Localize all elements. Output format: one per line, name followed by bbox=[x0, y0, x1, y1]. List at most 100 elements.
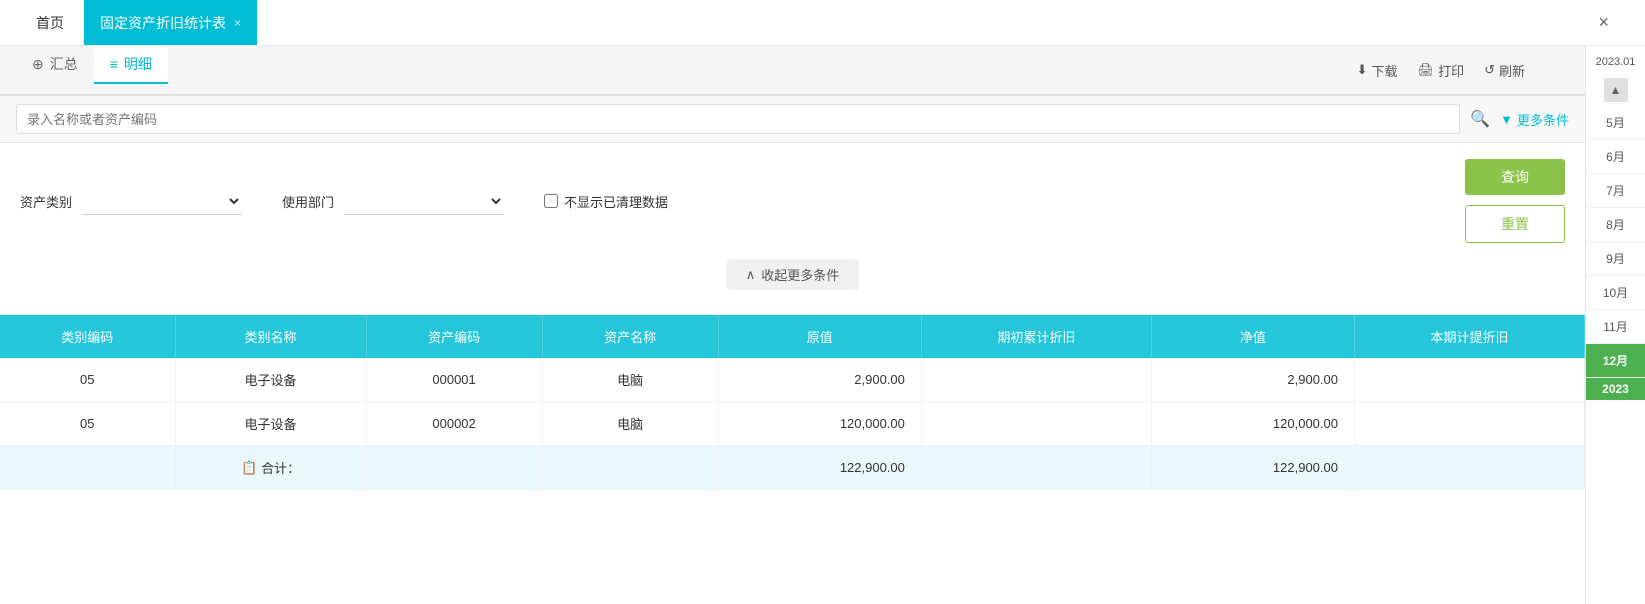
row2-asset-name: 电脑 bbox=[542, 402, 718, 446]
date-sidebar: 2023.01 ▲ 5月 6月 7月 8月 9月 10月 11月 12月 202… bbox=[1585, 46, 1645, 604]
total-original-value: 122,900.00 bbox=[718, 446, 921, 490]
row2-category-code: 05 bbox=[0, 402, 175, 446]
row1-category-name: 电子设备 bbox=[175, 358, 366, 402]
table-header-row: 类别编码 类别名称 资产编码 资产名称 原值 期初累计折旧 净值 本期计提折旧 bbox=[0, 315, 1585, 358]
row1-original-value: 2,900.00 bbox=[718, 358, 921, 402]
row2-net-value: 120,000.00 bbox=[1151, 402, 1354, 446]
filter-panel: 资产类别 使用部门 不显示已清理数据 bbox=[0, 143, 1585, 315]
hide-cleared-checkbox[interactable] bbox=[544, 194, 558, 208]
col-header-category-code: 类别编码 bbox=[0, 315, 175, 358]
col-header-net-value: 净值 bbox=[1151, 315, 1354, 358]
total-label-text: 合计： bbox=[261, 458, 300, 477]
asset-category-field: 资产类别 bbox=[20, 187, 242, 215]
department-field: 使用部门 bbox=[282, 187, 504, 215]
refresh-btn[interactable]: ↺ 刷新 bbox=[1484, 61, 1525, 80]
row2-original-value: 120,000.00 bbox=[718, 402, 921, 446]
body-wrapper: ⊕ 汇总 ≡ 明细 ⬇ 下载 🖨 打印 bbox=[0, 46, 1645, 604]
filter-label: 更多条件 bbox=[1517, 110, 1569, 129]
download-label: 下载 bbox=[1372, 61, 1398, 80]
date-item-10[interactable]: 10月 bbox=[1586, 276, 1645, 310]
row1-category-code: 05 bbox=[0, 358, 175, 402]
toolbar-right: ⬇ 下载 🖨 打印 ↺ 刷新 bbox=[1357, 46, 1585, 94]
tab-summary-label: 汇总 bbox=[50, 54, 78, 74]
main-tab-label: 固定资产折旧统计表 bbox=[100, 13, 226, 33]
total-empty1 bbox=[0, 446, 175, 490]
date-item-7[interactable]: 7月 bbox=[1586, 174, 1645, 208]
refresh-label: 刷新 bbox=[1499, 61, 1525, 80]
date-item-6[interactable]: 6月 bbox=[1586, 140, 1645, 174]
action-btns: 查询 重置 bbox=[1465, 159, 1565, 243]
row1-net-value: 2,900.00 bbox=[1151, 358, 1354, 402]
total-icon: 📋 bbox=[241, 460, 257, 476]
col-header-current-depreciation: 本期计提折旧 bbox=[1355, 315, 1585, 358]
col-header-asset-name: 资产名称 bbox=[542, 315, 718, 358]
total-empty2: 📋 合计： bbox=[175, 446, 366, 490]
collapse-btn[interactable]: ∧ 收起更多条件 bbox=[726, 259, 860, 290]
department-select[interactable] bbox=[344, 187, 504, 215]
total-current-depreciation bbox=[1355, 446, 1585, 490]
date-item-9[interactable]: 9月 bbox=[1586, 242, 1645, 276]
main-panel: ⊕ 汇总 ≡ 明细 ⬇ 下载 🖨 打印 bbox=[0, 46, 1585, 604]
row1-asset-code: 000001 bbox=[366, 358, 542, 402]
date-item-12[interactable]: 12月 bbox=[1586, 344, 1645, 378]
collapse-icon: ∧ bbox=[746, 267, 756, 283]
app-wrapper: 首页 固定资产折旧统计表 × × ⊕ 汇总 ≡ 明细 bbox=[0, 0, 1645, 604]
row2-asset-code: 000002 bbox=[366, 402, 542, 446]
close-tab-icon[interactable]: × bbox=[234, 16, 241, 30]
total-accumulated-depreciation bbox=[921, 446, 1151, 490]
main-tab[interactable]: 固定资产折旧统计表 × bbox=[84, 0, 257, 45]
total-empty3 bbox=[366, 446, 542, 490]
date-item-11[interactable]: 11月 bbox=[1586, 310, 1645, 344]
collapse-row: ∧ 收起更多条件 bbox=[20, 251, 1565, 298]
row1-accumulated-depreciation bbox=[921, 358, 1151, 402]
row2-current-depreciation bbox=[1355, 402, 1585, 446]
refresh-icon: ↺ bbox=[1484, 62, 1495, 78]
search-input[interactable] bbox=[16, 104, 1460, 134]
date-item-8[interactable]: 8月 bbox=[1586, 208, 1645, 242]
date-nav-up[interactable]: ▲ bbox=[1604, 78, 1628, 102]
row1-current-depreciation bbox=[1355, 358, 1585, 402]
search-row: 🔍 ▼ 更多条件 bbox=[0, 96, 1585, 143]
tab-detail[interactable]: ≡ 明细 bbox=[94, 46, 168, 84]
print-btn[interactable]: 🖨 打印 bbox=[1418, 61, 1465, 80]
col-header-category-name: 类别名称 bbox=[175, 315, 366, 358]
date-item-5[interactable]: 5月 bbox=[1586, 106, 1645, 140]
query-btn[interactable]: 查询 bbox=[1465, 159, 1565, 195]
reset-btn[interactable]: 重置 bbox=[1465, 205, 1565, 243]
sub-tabs-wrapper: ⊕ 汇总 ≡ 明细 ⬇ 下载 🖨 打印 bbox=[0, 46, 1585, 96]
col-header-accumulated-depreciation: 期初累计折旧 bbox=[921, 315, 1151, 358]
table-row[interactable]: 05 电子设备 000001 电脑 2,900.00 2,900.00 bbox=[0, 358, 1585, 402]
print-icon: 🖨 bbox=[1418, 62, 1435, 78]
filter-more-btn[interactable]: ▼ 更多条件 bbox=[1500, 110, 1569, 129]
asset-category-select[interactable] bbox=[82, 187, 242, 215]
hide-cleared-field: 不显示已清理数据 bbox=[544, 192, 668, 211]
filter-icon: ▼ bbox=[1500, 112, 1513, 127]
download-btn[interactable]: ⬇ 下载 bbox=[1357, 61, 1398, 80]
row2-accumulated-depreciation bbox=[921, 402, 1151, 446]
date-year-label: 2023.01 bbox=[1594, 50, 1638, 74]
department-label: 使用部门 bbox=[282, 192, 334, 211]
close-window-btn[interactable]: × bbox=[1578, 12, 1629, 33]
summary-icon: ⊕ bbox=[32, 56, 44, 73]
table-container: 类别编码 类别名称 资产编码 资产名称 原值 期初累计折旧 净值 本期计提折旧 bbox=[0, 315, 1585, 604]
col-header-original-value: 原值 bbox=[718, 315, 921, 358]
print-label: 打印 bbox=[1438, 61, 1464, 80]
row1-asset-name: 电脑 bbox=[542, 358, 718, 402]
home-tab[interactable]: 首页 bbox=[16, 0, 84, 45]
col-header-asset-code: 资产编码 bbox=[366, 315, 542, 358]
total-row: 📋 合计： 122,900.00 122,900.00 bbox=[0, 446, 1585, 490]
search-icon[interactable]: 🔍 bbox=[1470, 109, 1490, 129]
tab-detail-label: 明细 bbox=[124, 54, 152, 74]
tab-summary[interactable]: ⊕ 汇总 bbox=[16, 46, 94, 84]
detail-icon: ≡ bbox=[110, 56, 118, 72]
row2-category-name: 电子设备 bbox=[175, 402, 366, 446]
download-icon: ⬇ bbox=[1357, 62, 1368, 78]
filter-row: 资产类别 使用部门 不显示已清理数据 bbox=[20, 159, 1565, 243]
collapse-label: 收起更多条件 bbox=[761, 265, 839, 284]
asset-category-label: 资产类别 bbox=[20, 192, 72, 211]
hide-cleared-label: 不显示已清理数据 bbox=[564, 192, 668, 211]
total-empty4 bbox=[542, 446, 718, 490]
year-badge: 2023 bbox=[1586, 378, 1645, 400]
data-table: 类别编码 类别名称 资产编码 资产名称 原值 期初累计折旧 净值 本期计提折旧 bbox=[0, 315, 1585, 490]
table-row[interactable]: 05 电子设备 000002 电脑 120,000.00 120,000.00 bbox=[0, 402, 1585, 446]
